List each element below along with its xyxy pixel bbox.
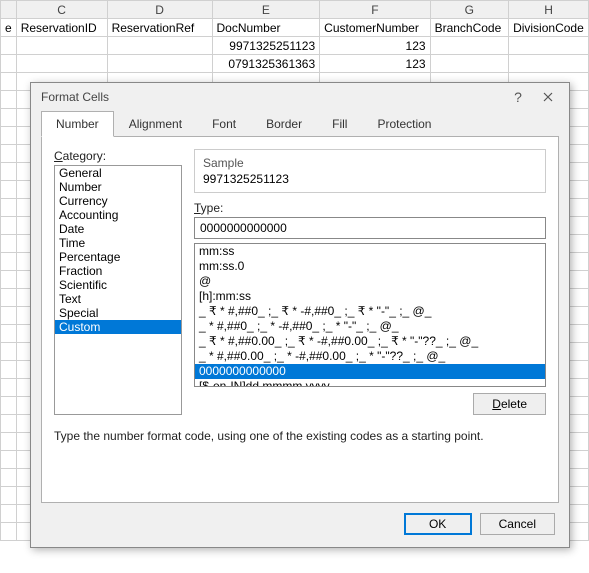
- format-code-listbox[interactable]: mm:ssmm:ss.0@[h]:mm:ss_ ₹ * #,##0_ ;_ ₹ …: [194, 243, 546, 387]
- ok-button[interactable]: OK: [404, 513, 472, 535]
- category-item[interactable]: Fraction: [55, 264, 181, 278]
- format-code-item[interactable]: mm:ss: [195, 244, 545, 259]
- col-header[interactable]: D: [107, 1, 212, 19]
- category-item[interactable]: Percentage: [55, 250, 181, 264]
- category-item[interactable]: Special: [55, 306, 181, 320]
- format-code-item[interactable]: _ * #,##0_ ;_ * -#,##0_ ;_ * "-"_ ;_ @_: [195, 319, 545, 334]
- cell[interactable]: 0791325361363: [212, 55, 320, 73]
- cell[interactable]: ReservationID: [16, 19, 107, 37]
- col-header[interactable]: E: [212, 1, 320, 19]
- category-item[interactable]: Custom: [55, 320, 181, 334]
- format-code-item[interactable]: _ * #,##0.00_ ;_ * -#,##0.00_ ;_ * "-"??…: [195, 349, 545, 364]
- category-item[interactable]: Scientific: [55, 278, 181, 292]
- cell[interactable]: 123: [320, 37, 430, 55]
- delete-button[interactable]: Delete: [473, 393, 546, 415]
- sample-value: 9971325251123: [203, 172, 537, 186]
- category-item[interactable]: Time: [55, 236, 181, 250]
- dialog-footer: OK Cancel: [31, 513, 569, 547]
- cell[interactable]: DivisionCode: [509, 19, 589, 37]
- type-input[interactable]: [194, 217, 546, 239]
- category-item[interactable]: Number: [55, 180, 181, 194]
- type-label: Type:: [194, 201, 546, 215]
- format-cells-dialog: Format Cells ? Number Alignment Font Bor…: [30, 82, 570, 548]
- format-code-item[interactable]: [h]:mm:ss: [195, 289, 545, 304]
- format-code-item[interactable]: 0000000000000: [195, 364, 545, 379]
- category-listbox[interactable]: GeneralNumberCurrencyAccountingDateTimeP…: [54, 165, 182, 415]
- category-label: Category:: [54, 149, 182, 163]
- dialog-title: Format Cells: [41, 90, 503, 104]
- tab-number[interactable]: Number: [41, 111, 114, 137]
- tab-fill[interactable]: Fill: [317, 111, 362, 137]
- cell[interactable]: DocNumber: [212, 19, 320, 37]
- col-header[interactable]: G: [430, 1, 509, 19]
- cancel-button[interactable]: Cancel: [480, 513, 555, 535]
- col-header[interactable]: [1, 1, 17, 19]
- cell[interactable]: BranchCode: [430, 19, 509, 37]
- close-icon[interactable]: [533, 86, 563, 108]
- category-item[interactable]: Accounting: [55, 208, 181, 222]
- sample-label: Sample: [203, 156, 537, 170]
- help-icon[interactable]: ?: [503, 86, 533, 108]
- tab-alignment[interactable]: Alignment: [114, 111, 197, 137]
- format-code-item[interactable]: _ ₹ * #,##0_ ;_ ₹ * -#,##0_ ;_ ₹ * "-"_ …: [195, 304, 545, 319]
- category-item[interactable]: Date: [55, 222, 181, 236]
- cell[interactable]: ReservationRef: [107, 19, 212, 37]
- col-header[interactable]: F: [320, 1, 430, 19]
- column-header-row[interactable]: C D E F G H: [1, 1, 589, 19]
- dialog-titlebar: Format Cells ?: [31, 83, 569, 111]
- number-tab-panel: Category: GeneralNumberCurrencyAccountin…: [41, 136, 559, 503]
- format-code-item[interactable]: mm:ss.0: [195, 259, 545, 274]
- table-row[interactable]: 0791325361363 123: [1, 55, 589, 73]
- tab-protection[interactable]: Protection: [362, 111, 446, 137]
- col-header[interactable]: C: [16, 1, 107, 19]
- category-item[interactable]: Currency: [55, 194, 181, 208]
- tab-font[interactable]: Font: [197, 111, 251, 137]
- table-row[interactable]: 9971325251123 123: [1, 37, 589, 55]
- sample-box: Sample 9971325251123: [194, 149, 546, 193]
- hint-text: Type the number format code, using one o…: [54, 429, 546, 443]
- format-code-item[interactable]: @: [195, 274, 545, 289]
- format-code-item[interactable]: _ ₹ * #,##0.00_ ;_ ₹ * -#,##0.00_ ;_ ₹ *…: [195, 334, 545, 349]
- category-item[interactable]: General: [55, 166, 181, 180]
- tab-border[interactable]: Border: [251, 111, 317, 137]
- table-row[interactable]: e ReservationID ReservationRef DocNumber…: [1, 19, 589, 37]
- cell[interactable]: 9971325251123: [212, 37, 320, 55]
- col-header[interactable]: H: [509, 1, 589, 19]
- dialog-tabs: Number Alignment Font Border Fill Protec…: [31, 111, 569, 137]
- format-code-item[interactable]: [$-en-IN]dd mmmm yyyy: [195, 379, 545, 387]
- cell[interactable]: 123: [320, 55, 430, 73]
- category-item[interactable]: Text: [55, 292, 181, 306]
- cell[interactable]: CustomerNumber: [320, 19, 430, 37]
